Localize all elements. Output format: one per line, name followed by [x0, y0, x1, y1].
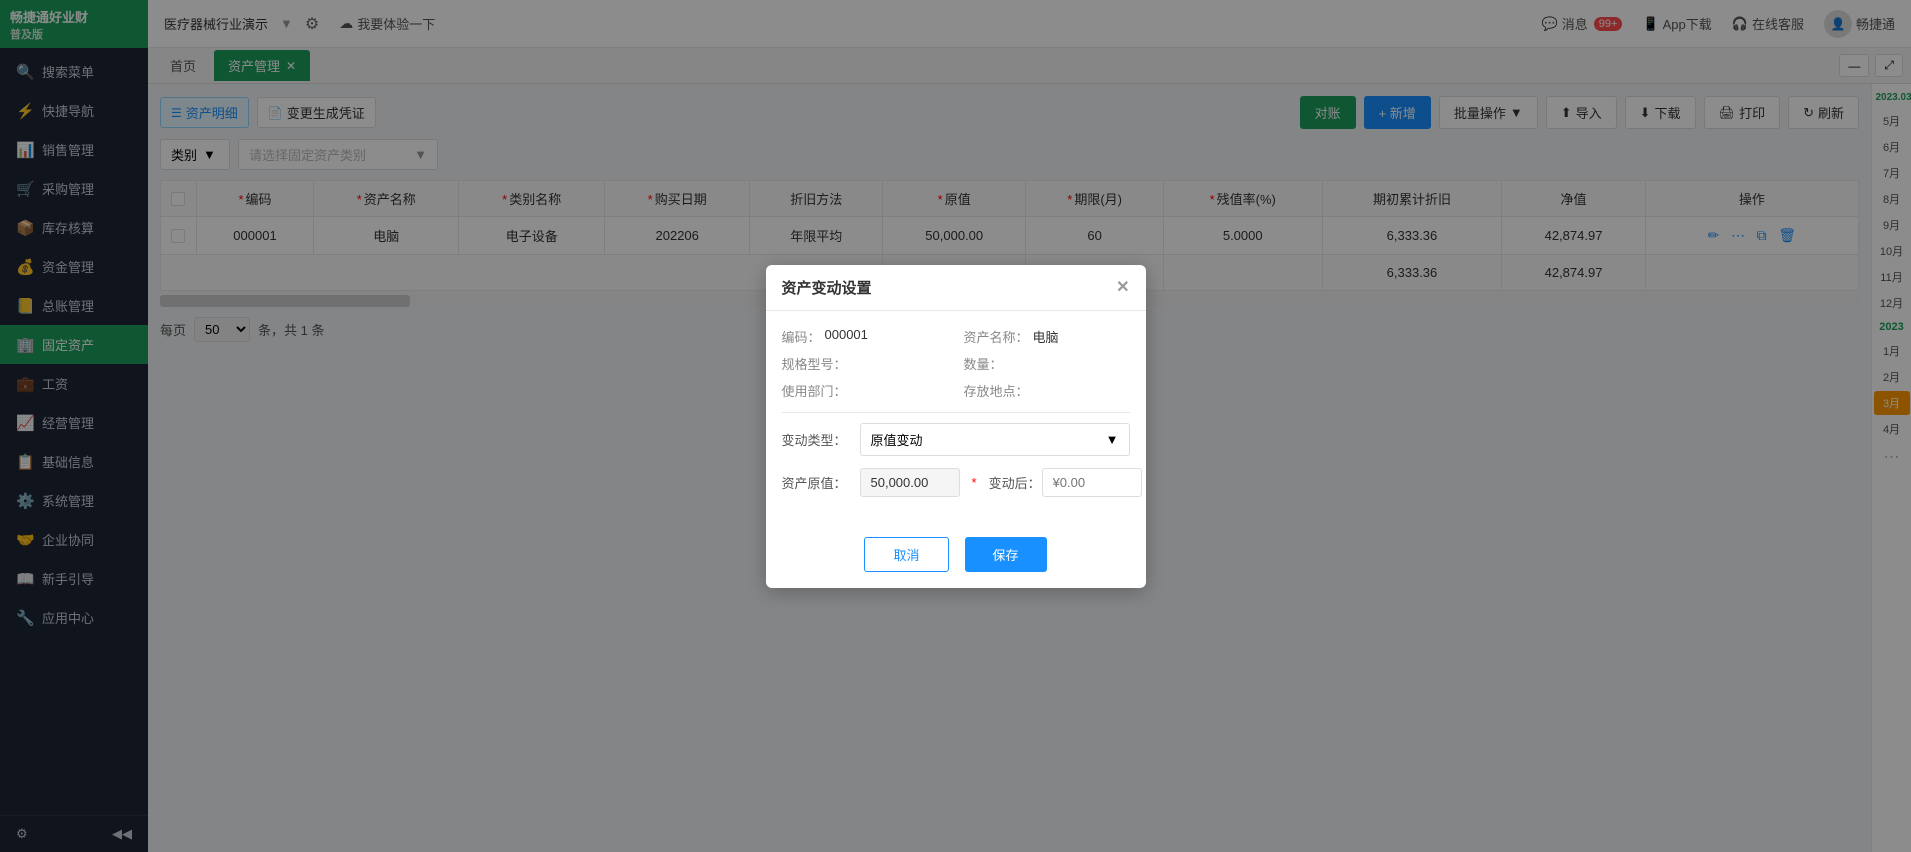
original-value-display: 50,000.00 — [860, 468, 960, 497]
modal-info-grid: 编码： 000001 资产名称： 电脑 规格型号： 数量： 使用部门： — [782, 327, 1130, 400]
modal-department-field: 使用部门： — [782, 381, 948, 400]
chevron-down-icon: ▼ — [1106, 432, 1119, 447]
asset-change-modal: 资产变动设置 ✕ 编码： 000001 资产名称： 电脑 规格型号： 数 — [766, 265, 1146, 588]
required-star: * — [972, 475, 977, 490]
modal-header: 资产变动设置 ✕ — [766, 265, 1146, 311]
modal-body: 编码： 000001 资产名称： 电脑 规格型号： 数量： 使用部门： — [766, 311, 1146, 525]
value-row: 资产原值： 50,000.00 * 变动后： — [782, 468, 1130, 497]
change-type-value: 原值变动 — [871, 430, 923, 449]
modal-code-field: 编码： 000001 — [782, 327, 948, 346]
modal-quantity-field: 数量： — [964, 354, 1130, 373]
after-change-label: 变动后： — [989, 473, 1034, 492]
cancel-button[interactable]: 取消 — [864, 537, 948, 572]
modal-location-field: 存放地点： — [964, 381, 1130, 400]
change-type-row: 变动类型： 原值变动 ▼ — [782, 423, 1130, 456]
modal-close-btn[interactable]: ✕ — [1116, 277, 1129, 297]
change-type-select[interactable]: 原值变动 ▼ — [860, 423, 1130, 456]
modal-code-value: 000001 — [825, 327, 868, 346]
change-type-label: 变动类型： — [782, 430, 852, 449]
original-value-label: 资产原值： — [782, 473, 852, 492]
modal-overlay[interactable]: 资产变动设置 ✕ 编码： 000001 资产名称： 电脑 规格型号： 数 — [0, 0, 1911, 852]
modal-divider — [782, 412, 1130, 413]
modal-title: 资产变动设置 — [782, 277, 872, 298]
modal-asset-name-field: 资产名称： 电脑 — [964, 327, 1130, 346]
save-button[interactable]: 保存 — [965, 537, 1047, 572]
after-change-input[interactable] — [1042, 468, 1142, 497]
modal-asset-name-value: 电脑 — [1033, 327, 1059, 346]
modal-actions: 取消 保存 — [766, 525, 1146, 588]
modal-spec-field: 规格型号： — [782, 354, 948, 373]
